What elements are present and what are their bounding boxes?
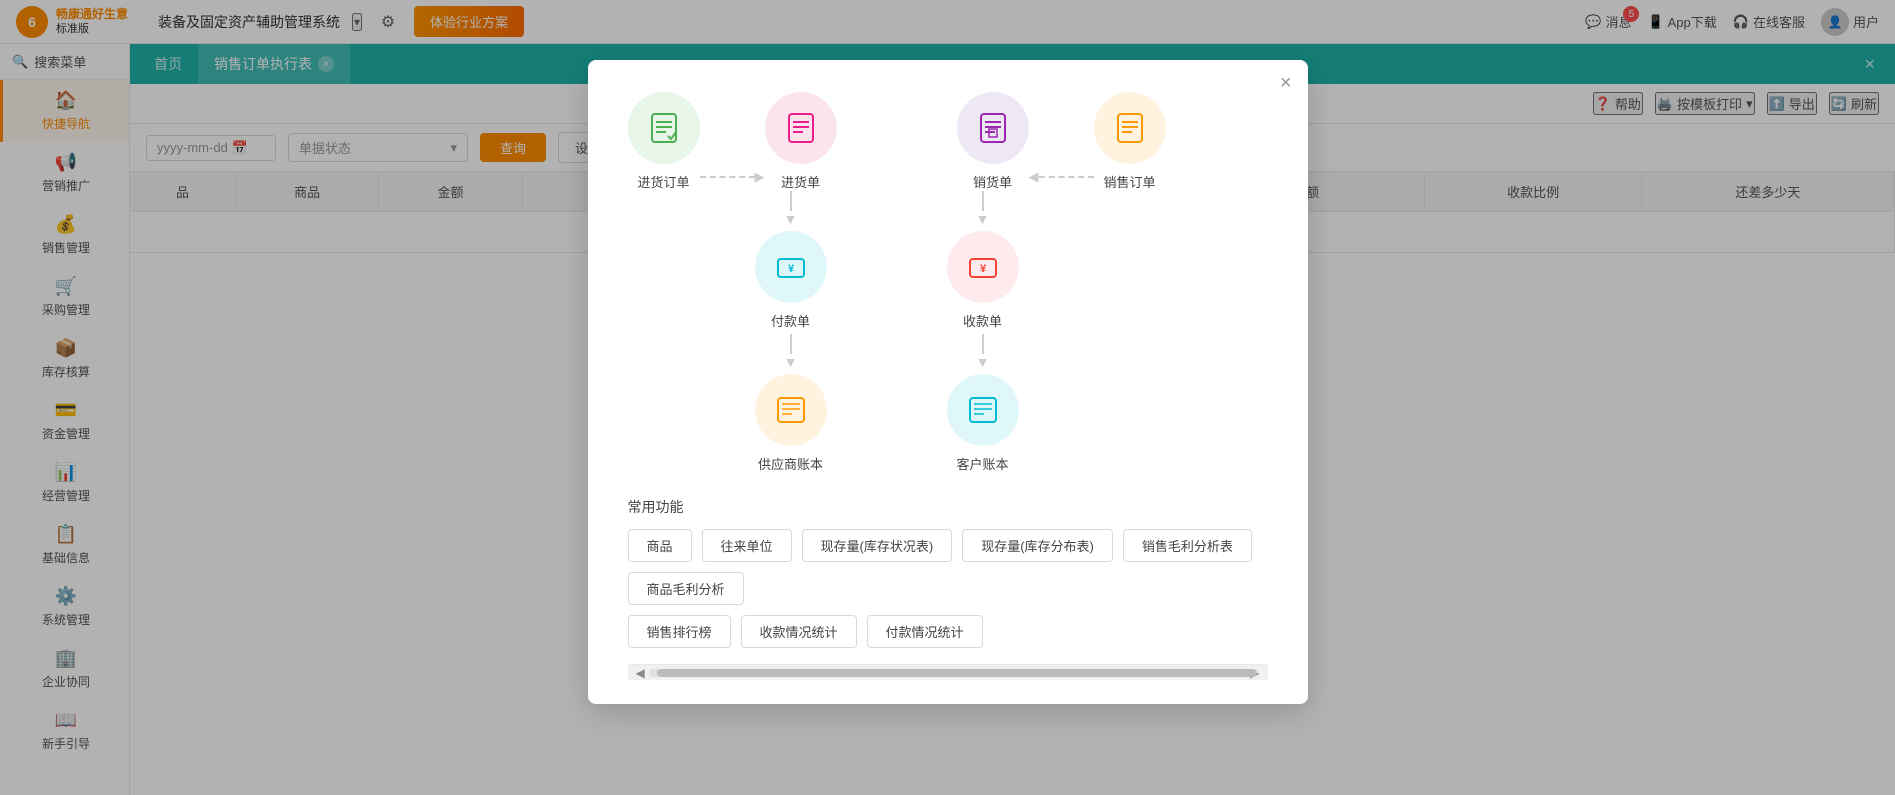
function-buttons-row2: 销售排行榜 收款情况统计 付款情况统计 [628,615,1268,648]
down-arrow-receipt: ▼ [976,211,990,227]
func-btn-product-profit[interactable]: 商品毛利分析 [628,572,744,605]
arrow-purchase-to-bill: ▶ [700,171,765,191]
supplier-account-icon [755,374,827,446]
modal-overlay[interactable]: × 进货订单 ▶ [0,0,1895,795]
flow-item-purchase-bill[interactable]: 进货单 [765,92,837,191]
func-btn-inventory-status[interactable]: 现存量(库存状况表) [802,529,953,562]
flow-item-purchase-order[interactable]: 进货订单 [628,92,700,191]
payment-icon: ¥ [755,231,827,303]
func-btn-sales-profit[interactable]: 销售毛利分析表 [1123,529,1252,562]
func-btn-sales-rank[interactable]: 销售排行榜 [628,615,731,648]
purchase-bill-label: 进货单 [781,172,820,191]
sales-bill-icon [957,92,1029,164]
flow-item-customer-account[interactable]: 客户账本 [947,374,1019,473]
flow-item-sales-order[interactable]: 销售订单 [1094,92,1166,191]
common-functions-title: 常用功能 [628,497,1268,517]
v-connector-supplier [790,334,792,354]
func-btn-receipt-stats[interactable]: 收款情况统计 [741,615,857,648]
flow-item-payment[interactable]: ¥ 付款单 [755,231,827,330]
receipt-label: 收款单 [963,311,1002,330]
v-connector-customer [982,334,984,354]
func-btn-payment-stats[interactable]: 付款情况统计 [867,615,983,648]
purchase-bill-icon [765,92,837,164]
modal-scroll-bar[interactable]: ◀ ▶ [628,664,1268,680]
flow-item-sales-bill[interactable]: 销货单 [957,92,1029,191]
scroll-track[interactable] [649,669,1247,677]
svg-text:¥: ¥ [979,263,986,275]
down-arrow-customer: ▼ [976,354,990,370]
function-buttons-row1: 商品 往来单位 现存量(库存状况表) 现存量(库存分布表) 销售毛利分析表 商品… [628,529,1268,605]
customer-account-label: 客户账本 [956,454,1008,473]
flow-second-row: ▼ ¥ 付款单 ▼ 供应商账本 [628,191,1019,473]
arrow-order-to-bill: ◀ [1029,171,1094,191]
sales-bill-label: 销货单 [973,172,1012,191]
down-arrow-supplier: ▼ [784,354,798,370]
common-functions: 常用功能 商品 往来单位 现存量(库存状况表) 现存量(库存分布表) 销售毛利分… [628,497,1268,648]
scroll-thumb [657,669,1257,677]
sales-order-icon [1094,92,1166,164]
sales-bill-col: ▼ ¥ 收款单 ▼ 客户账本 [947,191,1019,473]
down-arrow-payment: ▼ [784,211,798,227]
scroll-left-arrow[interactable]: ◀ [636,666,645,680]
func-btn-party[interactable]: 往来单位 [702,529,792,562]
flow-diagram: 进货订单 ▶ 进货单 [628,92,1268,473]
supplier-account-label: 供应商账本 [758,454,823,473]
flow-item-receipt[interactable]: ¥ 收款单 [947,231,1019,330]
svg-text:¥: ¥ [787,263,794,275]
sales-order-label: 销售订单 [1103,172,1155,191]
func-btn-product[interactable]: 商品 [628,529,692,562]
payment-label: 付款单 [771,311,810,330]
customer-account-icon [947,374,1019,446]
v-connector-receipt [982,191,984,211]
modal-close-button[interactable]: × [1280,72,1292,95]
flow-modal: × 进货订单 ▶ [588,60,1308,704]
flow-top-row: 进货订单 ▶ 进货单 [628,92,1166,191]
receipt-icon: ¥ [947,231,1019,303]
purchase-bill-col: ▼ ¥ 付款单 ▼ 供应商账本 [755,191,827,473]
func-btn-inventory-dist[interactable]: 现存量(库存分布表) [962,529,1113,562]
flow-item-supplier-account[interactable]: 供应商账本 [755,374,827,473]
purchase-order-label: 进货订单 [637,172,689,191]
v-connector-payment [790,191,792,211]
purchase-order-icon [628,92,700,164]
